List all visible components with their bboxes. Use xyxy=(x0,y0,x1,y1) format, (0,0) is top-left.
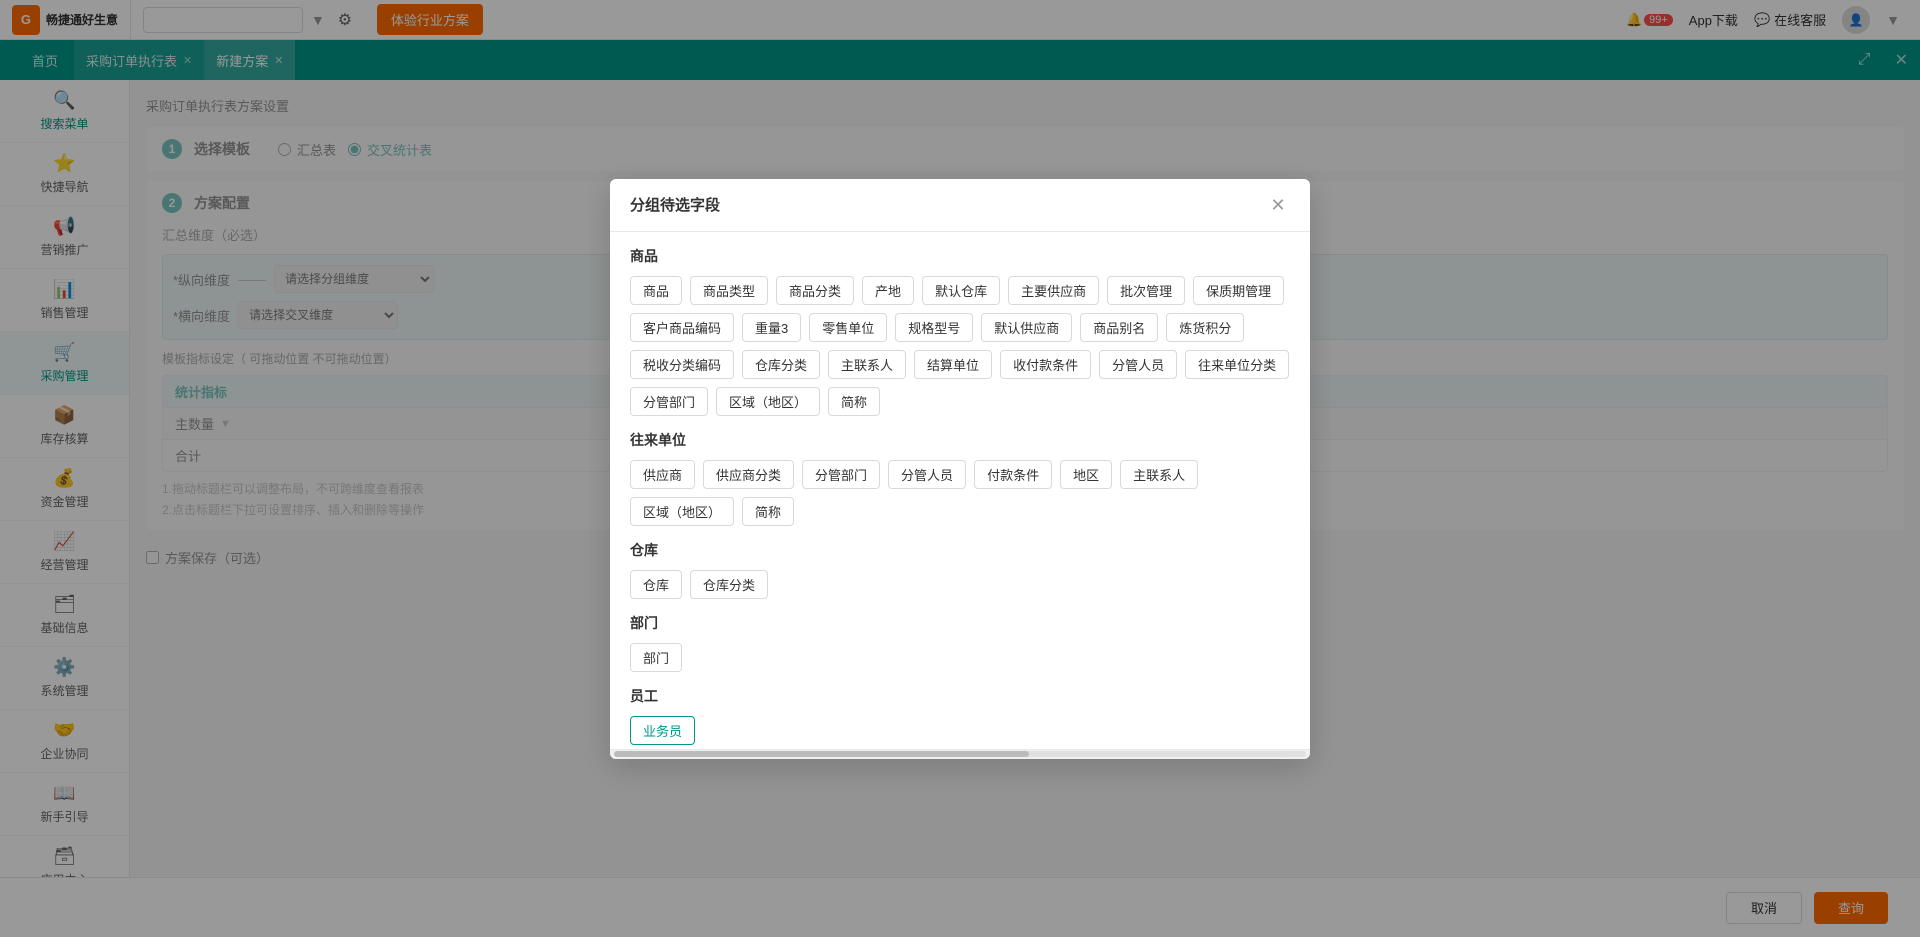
warehouse-fields: 仓库 仓库分类 xyxy=(630,570,1290,599)
field-tag[interactable]: 简称 xyxy=(742,497,794,526)
field-tag[interactable]: 地区 xyxy=(1060,460,1112,489)
field-tag[interactable]: 区域（地区） xyxy=(716,387,820,416)
section-employee: 员工 业务员 xyxy=(630,686,1290,745)
field-tag[interactable]: 付款条件 xyxy=(974,460,1052,489)
modal-header: 分组待选字段 ✕ xyxy=(610,179,1310,232)
field-tag[interactable]: 简称 xyxy=(828,387,880,416)
field-tag[interactable]: 商品分类 xyxy=(776,276,854,305)
partners-fields: 供应商 供应商分类 分管部门 分管人员 付款条件 地区 主联系人 区域（地区） … xyxy=(630,460,1290,526)
field-tag[interactable]: 业务员 xyxy=(630,716,695,745)
modal-overlay: 分组待选字段 ✕ 商品 商品 商品类型 商品分类 产地 默认仓库 主要供应商 批… xyxy=(0,0,1920,937)
modal-title: 分组待选字段 xyxy=(630,194,720,215)
modal-dialog: 分组待选字段 ✕ 商品 商品 商品类型 商品分类 产地 默认仓库 主要供应商 批… xyxy=(610,179,1310,759)
field-tag[interactable]: 主联系人 xyxy=(1120,460,1198,489)
field-tag[interactable]: 默认供应商 xyxy=(981,313,1072,342)
field-tag[interactable]: 区域（地区） xyxy=(630,497,734,526)
field-tag[interactable]: 炼货积分 xyxy=(1166,313,1244,342)
section-dept-title: 部门 xyxy=(630,613,1290,633)
hscrollbar-track xyxy=(614,751,1306,757)
field-tag[interactable]: 商品类型 xyxy=(690,276,768,305)
modal-hscrollbar[interactable] xyxy=(610,749,1310,759)
field-tag[interactable]: 客户商品编码 xyxy=(630,313,734,342)
modal-close-button[interactable]: ✕ xyxy=(1266,193,1290,217)
field-tag[interactable]: 商品 xyxy=(630,276,682,305)
section-goods: 商品 商品 商品类型 商品分类 产地 默认仓库 主要供应商 批次管理 保质期管理… xyxy=(630,246,1290,416)
modal-body: 商品 商品 商品类型 商品分类 产地 默认仓库 主要供应商 批次管理 保质期管理… xyxy=(610,232,1310,749)
field-tag[interactable]: 供应商 xyxy=(630,460,695,489)
field-tag[interactable]: 主联系人 xyxy=(828,350,906,379)
section-partners-title: 往来单位 xyxy=(630,430,1290,450)
section-warehouse: 仓库 仓库 仓库分类 xyxy=(630,540,1290,599)
field-tag[interactable]: 收付款条件 xyxy=(1000,350,1091,379)
field-tag[interactable]: 仓库 xyxy=(630,570,682,599)
hscrollbar-thumb[interactable] xyxy=(614,751,1029,757)
field-tag[interactable]: 分管部门 xyxy=(802,460,880,489)
field-tag[interactable]: 零售单位 xyxy=(809,313,887,342)
section-goods-title: 商品 xyxy=(630,246,1290,266)
field-tag[interactable]: 仓库分类 xyxy=(742,350,820,379)
field-tag[interactable]: 分管部门 xyxy=(630,387,708,416)
section-dept: 部门 部门 xyxy=(630,613,1290,672)
field-tag[interactable]: 分管人员 xyxy=(888,460,966,489)
field-tag[interactable]: 批次管理 xyxy=(1107,276,1185,305)
dept-fields: 部门 xyxy=(630,643,1290,672)
field-tag[interactable]: 保质期管理 xyxy=(1193,276,1284,305)
field-tag[interactable]: 往来单位分类 xyxy=(1185,350,1289,379)
field-tag[interactable]: 结算单位 xyxy=(914,350,992,379)
field-tag[interactable]: 重量3 xyxy=(742,313,801,342)
field-tag[interactable]: 部门 xyxy=(630,643,682,672)
section-warehouse-title: 仓库 xyxy=(630,540,1290,560)
field-tag[interactable]: 供应商分类 xyxy=(703,460,794,489)
section-partners: 往来单位 供应商 供应商分类 分管部门 分管人员 付款条件 地区 主联系人 区域… xyxy=(630,430,1290,526)
field-tag[interactable]: 产地 xyxy=(862,276,914,305)
field-tag[interactable]: 仓库分类 xyxy=(690,570,768,599)
field-tag[interactable]: 分管人员 xyxy=(1099,350,1177,379)
section-employee-title: 员工 xyxy=(630,686,1290,706)
field-tag[interactable]: 规格型号 xyxy=(895,313,973,342)
field-tag[interactable]: 税收分类编码 xyxy=(630,350,734,379)
goods-fields: 商品 商品类型 商品分类 产地 默认仓库 主要供应商 批次管理 保质期管理 客户… xyxy=(630,276,1290,416)
field-tag[interactable]: 主要供应商 xyxy=(1008,276,1099,305)
field-tag[interactable]: 商品别名 xyxy=(1080,313,1158,342)
field-tag[interactable]: 默认仓库 xyxy=(922,276,1000,305)
employee-fields: 业务员 xyxy=(630,716,1290,745)
